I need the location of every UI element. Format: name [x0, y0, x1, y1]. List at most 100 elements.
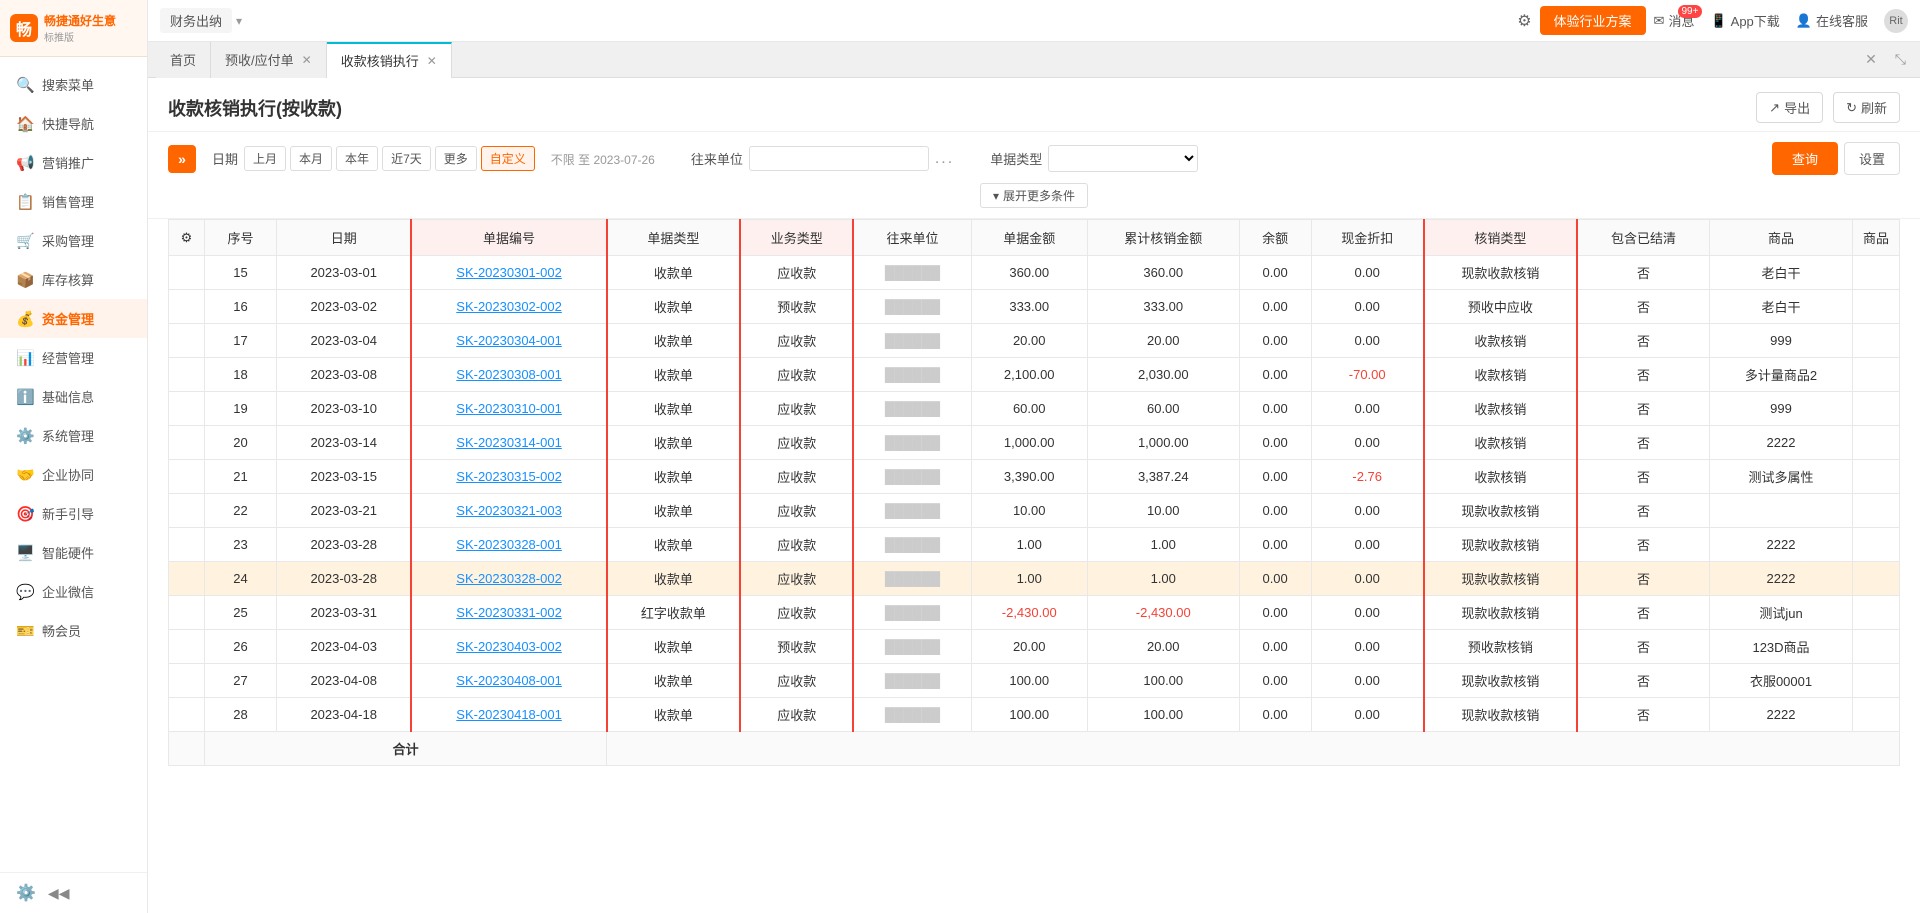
- column-settings-icon[interactable]: ⚙: [181, 230, 193, 245]
- refresh-button[interactable]: ↻ 刷新: [1833, 92, 1900, 123]
- sidebar-item-operation[interactable]: 📊 经营管理: [0, 338, 147, 377]
- sidebar-item-wechat[interactable]: 💬 企业微信: [0, 572, 147, 611]
- table-cell: ██████: [853, 392, 971, 426]
- table-cell: 0.00: [1311, 324, 1424, 358]
- voucher-no-cell[interactable]: SK-20230302-002: [411, 290, 606, 324]
- user-avatar[interactable]: Rit: [1884, 9, 1908, 33]
- sidebar-item-search[interactable]: 🔍 搜索菜单: [0, 65, 147, 104]
- expand-more-conditions-button[interactable]: ▾ 展开更多条件: [980, 183, 1088, 208]
- voucher-no-cell[interactable]: SK-20230418-001: [411, 698, 606, 732]
- voucher-no-cell[interactable]: SK-20230315-002: [411, 460, 606, 494]
- table-cell: [169, 460, 205, 494]
- table-cell: 否: [1577, 596, 1710, 630]
- table-cell: 应收款: [740, 494, 853, 528]
- col-offset-type[interactable]: 核销类型: [1424, 220, 1577, 256]
- partner-dots[interactable]: ...: [935, 150, 954, 168]
- sidebar-item-system[interactable]: ⚙️ 系统管理: [0, 416, 147, 455]
- voucher-no-cell[interactable]: SK-20230321-003: [411, 494, 606, 528]
- col-partner[interactable]: 往来单位: [853, 220, 971, 256]
- table-cell: 0.00: [1311, 494, 1424, 528]
- col-voucher-type[interactable]: 单据类型: [607, 220, 740, 256]
- tab-home[interactable]: 首页: [156, 42, 211, 78]
- sidebar-collapse-icon[interactable]: ◀◀: [48, 885, 70, 902]
- date-custom-btn[interactable]: 自定义: [481, 146, 535, 171]
- col-voucher-no[interactable]: 单据编号: [411, 220, 606, 256]
- workspace-arrow-icon[interactable]: ▾: [236, 14, 242, 28]
- filter-settings-button[interactable]: 设置: [1844, 142, 1900, 175]
- voucher-no-cell[interactable]: SK-20230310-001: [411, 392, 606, 426]
- table-cell: [169, 324, 205, 358]
- sidebar-item-enterprise[interactable]: 🤝 企业协同: [0, 455, 147, 494]
- finance-icon: 💰: [16, 310, 34, 328]
- date-last-month-btn[interactable]: 上月: [244, 146, 286, 171]
- query-button[interactable]: 查询: [1772, 142, 1838, 175]
- col-amount[interactable]: 单据金额: [971, 220, 1087, 256]
- filter-expand-button[interactable]: »: [168, 145, 196, 173]
- tab-home-label: 首页: [170, 50, 196, 69]
- voucher-type-select[interactable]: [1048, 145, 1198, 172]
- date-7days-btn[interactable]: 近7天: [382, 146, 431, 171]
- tab-collection-close-icon[interactable]: ✕: [427, 54, 437, 68]
- date-more-btn[interactable]: 更多: [435, 146, 477, 171]
- sidebar-item-marketing[interactable]: 📢 营销推广: [0, 143, 147, 182]
- tab-expand-button[interactable]: ⤡: [1889, 49, 1912, 70]
- voucher-no-cell[interactable]: SK-20230408-001: [411, 664, 606, 698]
- table-cell: 0.00: [1311, 392, 1424, 426]
- voucher-no-cell[interactable]: SK-20230314-001: [411, 426, 606, 460]
- topbar-gear-icon[interactable]: ⚙: [1517, 11, 1531, 31]
- col-biz-type[interactable]: 业务类型: [740, 220, 853, 256]
- sidebar-item-finance[interactable]: 💰 资金管理: [0, 299, 147, 338]
- topbar-message[interactable]: ✉ 消息 99+: [1654, 11, 1695, 30]
- voucher-no-cell[interactable]: SK-20230308-001: [411, 358, 606, 392]
- sidebar-item-sales[interactable]: 📋 销售管理: [0, 182, 147, 221]
- col-balance[interactable]: 余额: [1239, 220, 1311, 256]
- sidebar-item-member[interactable]: 🎫 畅会员: [0, 611, 147, 650]
- table-cell: 收款单: [607, 426, 740, 460]
- date-this-year-btn[interactable]: 本年: [336, 146, 378, 171]
- col-date[interactable]: 日期: [277, 220, 412, 256]
- date-this-month-btn[interactable]: 本月: [290, 146, 332, 171]
- sidebar-item-label: 智能硬件: [42, 543, 94, 562]
- table-cell: ██████: [853, 460, 971, 494]
- table-cell: [1852, 494, 1899, 528]
- table-cell: 收款核销: [1424, 358, 1577, 392]
- sidebar-item-inventory[interactable]: 📦 库存核算: [0, 260, 147, 299]
- col-settings[interactable]: ⚙: [169, 220, 205, 256]
- industry-solution-button[interactable]: 体验行业方案: [1540, 6, 1646, 35]
- col-include-settled[interactable]: 包含已结清: [1577, 220, 1710, 256]
- table-row: 202023-03-14SK-20230314-001收款单应收款██████1…: [169, 426, 1900, 460]
- sidebar-item-basic[interactable]: ℹ️ 基础信息: [0, 377, 147, 416]
- col-goods2[interactable]: 商品: [1852, 220, 1899, 256]
- voucher-no-cell[interactable]: SK-20230331-002: [411, 596, 606, 630]
- table-row: 242023-03-28SK-20230328-002收款单应收款██████1…: [169, 562, 1900, 596]
- sidebar-item-hardware[interactable]: 🖥️ 智能硬件: [0, 533, 147, 572]
- table-cell: 预收款: [740, 630, 853, 664]
- sales-icon: 📋: [16, 193, 34, 211]
- voucher-no-cell[interactable]: SK-20230328-002: [411, 562, 606, 596]
- export-button[interactable]: ↗ 导出: [1756, 92, 1823, 123]
- col-cash-discount[interactable]: 现金折扣: [1311, 220, 1424, 256]
- voucher-no-cell[interactable]: SK-20230301-002: [411, 256, 606, 290]
- logo-icon: 畅: [10, 14, 38, 42]
- table-cell: 0.00: [1311, 426, 1424, 460]
- voucher-no-cell[interactable]: SK-20230304-001: [411, 324, 606, 358]
- topbar-online-service[interactable]: 👤 在线客服: [1796, 11, 1868, 30]
- table-cell: 0.00: [1311, 290, 1424, 324]
- tab-collection[interactable]: 收款核销执行 ✕: [327, 42, 452, 78]
- sidebar-item-purchase[interactable]: 🛒 采购管理: [0, 221, 147, 260]
- voucher-no-cell[interactable]: SK-20230328-001: [411, 528, 606, 562]
- tab-close-all-button[interactable]: ✕: [1859, 49, 1883, 70]
- tab-prepay-close-icon[interactable]: ✕: [302, 53, 312, 67]
- topbar-app-download[interactable]: 📱 App下载: [1710, 11, 1779, 30]
- sidebar-settings-icon[interactable]: ⚙️: [16, 883, 36, 903]
- sidebar-item-guide[interactable]: 🎯 新手引导: [0, 494, 147, 533]
- table-cell: 收款单: [607, 358, 740, 392]
- voucher-no-cell[interactable]: SK-20230403-002: [411, 630, 606, 664]
- col-goods[interactable]: 商品: [1710, 220, 1853, 256]
- partner-input[interactable]: [749, 146, 929, 171]
- col-total-offset[interactable]: 累计核销金额: [1087, 220, 1239, 256]
- tab-prepay[interactable]: 预收/应付单 ✕: [211, 42, 327, 78]
- sidebar-item-quicknav[interactable]: 🏠 快捷导航: [0, 104, 147, 143]
- table-cell: [1852, 324, 1899, 358]
- table-cell: 2023-03-28: [277, 528, 412, 562]
